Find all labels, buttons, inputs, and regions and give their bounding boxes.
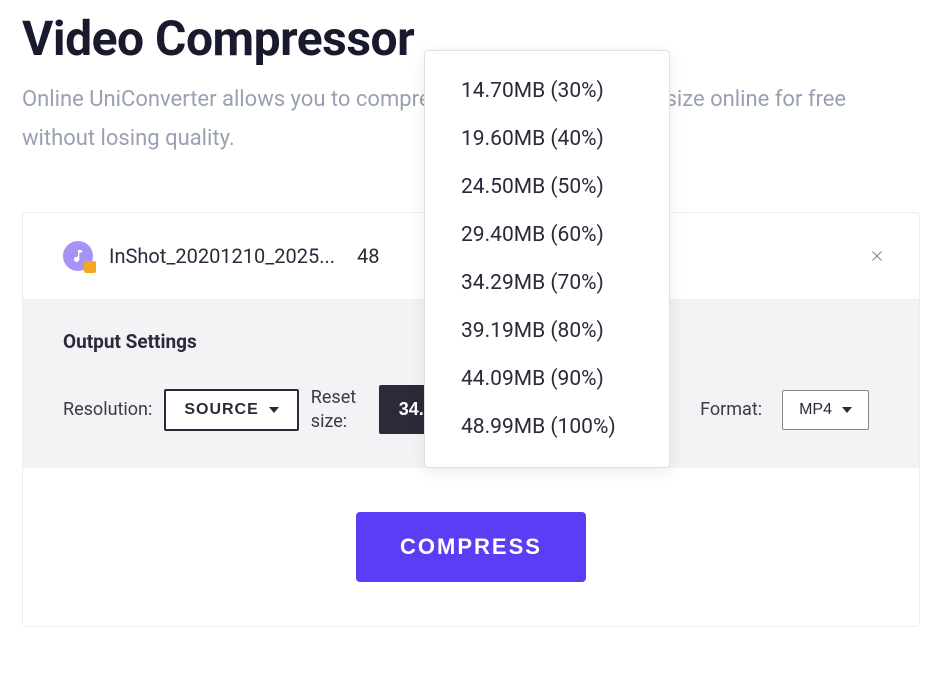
- format-dropdown[interactable]: MP4: [782, 390, 869, 430]
- remove-file-button[interactable]: [865, 244, 889, 268]
- action-section: COMPRESS: [23, 468, 919, 626]
- file-icon-badge: [84, 261, 96, 273]
- size-option[interactable]: 39.19MB (80%): [425, 307, 669, 355]
- caret-down-icon: [269, 407, 279, 413]
- file-name: InShot_20201210_2025...: [109, 244, 341, 268]
- size-option[interactable]: 14.70MB (30%): [425, 67, 669, 115]
- resolution-value: SOURCE: [184, 401, 258, 419]
- size-option[interactable]: 29.40MB (60%): [425, 211, 669, 259]
- resolution-dropdown[interactable]: SOURCE: [164, 389, 298, 431]
- file-size: 48: [357, 244, 379, 268]
- compress-button[interactable]: COMPRESS: [356, 512, 586, 582]
- size-option[interactable]: 19.60MB (40%): [425, 115, 669, 163]
- size-option[interactable]: 24.50MB (50%): [425, 163, 669, 211]
- size-option[interactable]: 48.99MB (100%): [425, 403, 669, 451]
- size-dropdown-menu: 14.70MB (30%) 19.60MB (40%) 24.50MB (50%…: [424, 50, 670, 468]
- resolution-label: Resolution:: [63, 399, 152, 420]
- size-option[interactable]: 44.09MB (90%): [425, 355, 669, 403]
- format-label: Format:: [700, 399, 762, 420]
- music-file-icon: [63, 241, 93, 271]
- reset-size-label: Reset size:: [311, 386, 367, 433]
- format-group: Format: MP4: [700, 390, 869, 430]
- caret-down-icon: [842, 407, 852, 413]
- size-option[interactable]: 34.29MB (70%): [425, 259, 669, 307]
- format-value: MP4: [799, 401, 832, 419]
